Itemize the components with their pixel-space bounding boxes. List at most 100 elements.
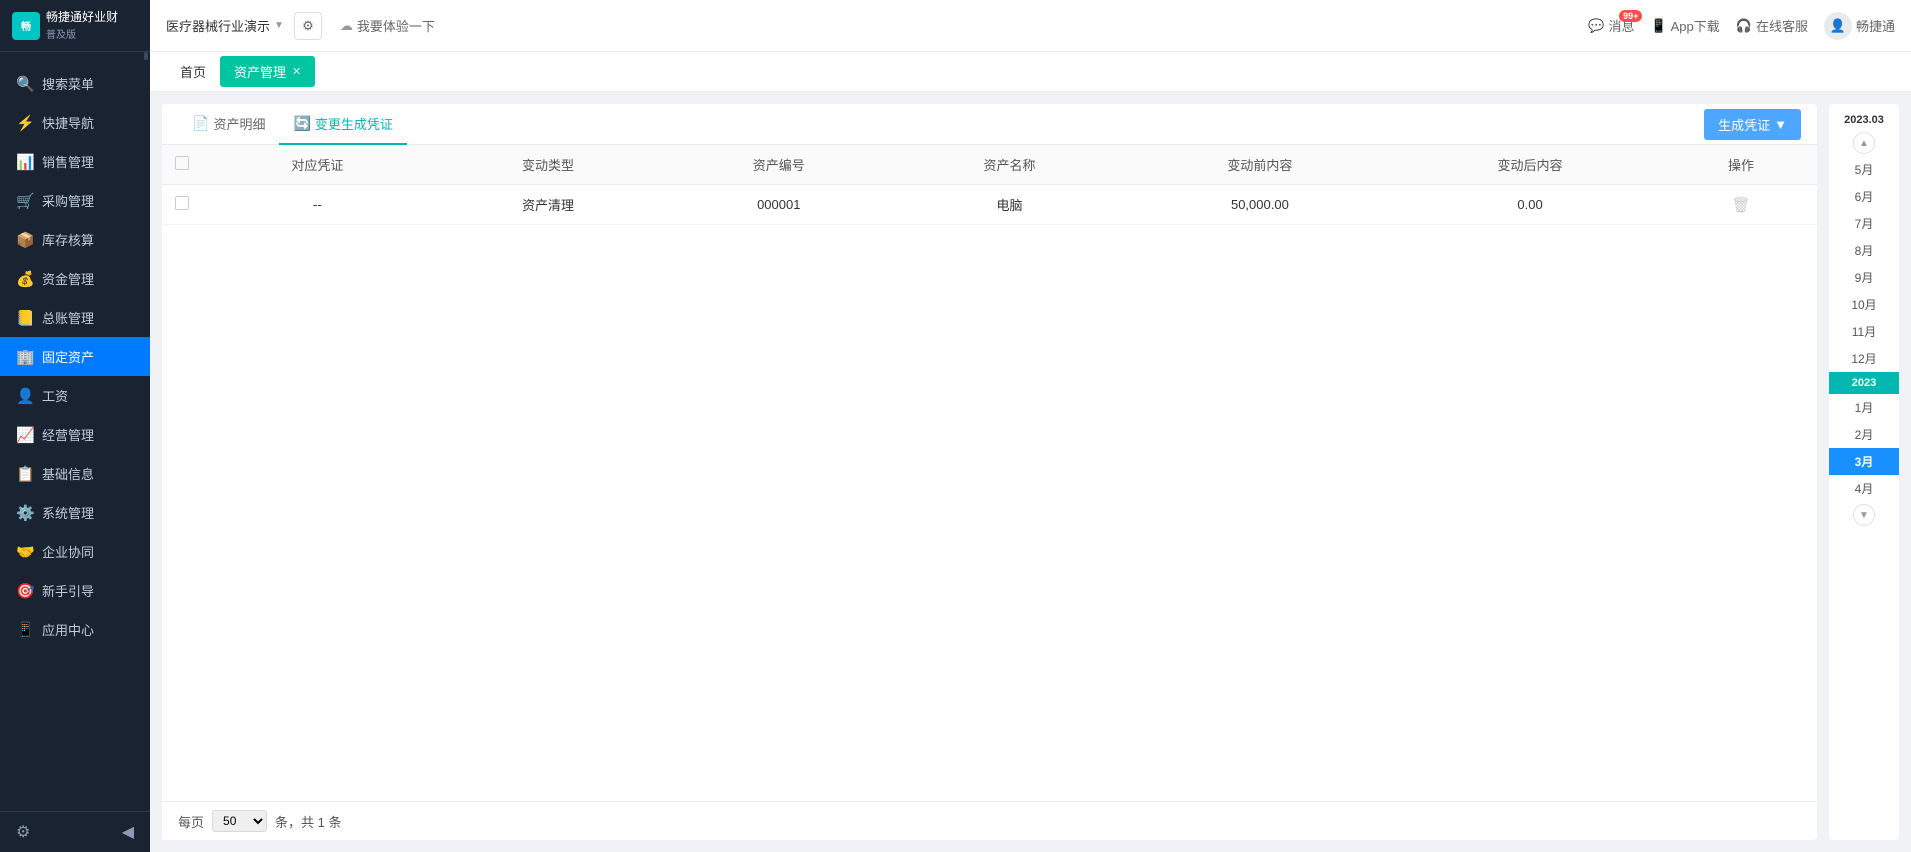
cal-month-3-current[interactable]: 3月 bbox=[1829, 448, 1899, 475]
cell-change-type: 资产清理 bbox=[433, 185, 664, 225]
sidebar-item-fixed-assets[interactable]: 🏢 固定资产 bbox=[0, 337, 150, 376]
select-all-checkbox[interactable] bbox=[175, 156, 189, 170]
sidebar-item-ledger[interactable]: 📒 总账管理 bbox=[0, 298, 150, 337]
col-change-type: 变动类型 bbox=[433, 145, 664, 185]
sidebar-item-label: 资金管理 bbox=[42, 269, 94, 288]
user-profile-btn[interactable]: 👤 畅捷通 bbox=[1824, 12, 1895, 40]
user-name: 畅捷通 bbox=[1856, 16, 1895, 35]
tab-asset-label: 资产管理 bbox=[234, 62, 286, 81]
delete-row-btn[interactable]: 🗑 bbox=[1732, 197, 1751, 214]
cal-month-6[interactable]: 6月 bbox=[1829, 183, 1899, 210]
asset-detail-icon: 📄 bbox=[192, 115, 209, 132]
cal-month-1[interactable]: 1月 bbox=[1829, 394, 1899, 421]
generate-btn-wrap: 生成凭证 ▼ bbox=[1704, 109, 1801, 140]
cal-month-11[interactable]: 11月 bbox=[1829, 318, 1899, 345]
experience-btn[interactable]: ☁ 我要体验一下 bbox=[340, 16, 435, 35]
cal-month-12[interactable]: 12月 bbox=[1829, 345, 1899, 372]
header: 医疗器械行业演示 ▼ ⚙ ☁ 我要体验一下 💬 消息 99+ 📱 App下载 🎧… bbox=[150, 0, 1911, 52]
col-voucher: 对应凭证 bbox=[202, 145, 433, 185]
change-voucher-icon: 🔄 bbox=[293, 115, 310, 132]
messages-btn[interactable]: 💬 消息 99+ bbox=[1588, 16, 1634, 35]
sidebar-item-label: 基础信息 bbox=[42, 464, 94, 483]
sidebar-item-search[interactable]: 🔍 搜索菜单 bbox=[0, 64, 150, 103]
sidebar-item-system[interactable]: ⚙️ 系统管理 bbox=[0, 493, 150, 532]
sidebar-item-quick-nav[interactable]: ⚡ 快捷导航 bbox=[0, 103, 150, 142]
search-icon: 🔍 bbox=[16, 75, 34, 93]
sub-tabs: 📄 资产明细 🔄 变更生成凭证 生成凭证 ▼ bbox=[162, 104, 1817, 145]
sidebar-item-label: 快捷导航 bbox=[42, 113, 94, 132]
collapse-icon[interactable]: ◀ bbox=[122, 822, 134, 842]
table-row: -- 资产清理 000001 电脑 50,000.00 0.00 🗑 bbox=[162, 185, 1817, 225]
company-dropdown-icon: ▼ bbox=[274, 20, 284, 31]
close-tab-icon[interactable]: ✕ bbox=[292, 65, 301, 78]
sidebar-item-label: 搜索菜单 bbox=[42, 74, 94, 93]
sidebar-item-guide[interactable]: 🎯 新手引导 bbox=[0, 571, 150, 610]
calendar-scroll-down[interactable]: ▼ bbox=[1853, 504, 1875, 526]
online-service-btn[interactable]: 🎧 在线客服 bbox=[1736, 16, 1808, 35]
sidebar-item-enterprise[interactable]: 🤝 企业协同 bbox=[0, 532, 150, 571]
company-name: 医疗器械行业演示 bbox=[166, 16, 270, 35]
avatar: 👤 bbox=[1824, 12, 1852, 40]
tab-home-label: 首页 bbox=[180, 62, 206, 81]
sidebar: 畅 畅捷通好业财 普及版 🔍 搜索菜单 ⚡ 快捷导航 📊 销售管理 🛒 采购管理… bbox=[0, 0, 150, 852]
cell-operation: 🗑 bbox=[1665, 185, 1817, 225]
cal-month-9[interactable]: 9月 bbox=[1829, 264, 1899, 291]
generate-voucher-btn[interactable]: 生成凭证 ▼ bbox=[1704, 109, 1801, 140]
sidebar-item-operations[interactable]: 📈 经营管理 bbox=[0, 415, 150, 454]
sidebar-item-funds[interactable]: 💰 资金管理 bbox=[0, 259, 150, 298]
sidebar-item-label: 应用中心 bbox=[42, 620, 94, 639]
tab-home[interactable]: 首页 bbox=[166, 56, 220, 87]
cell-asset-name: 电脑 bbox=[894, 185, 1125, 225]
col-checkbox bbox=[162, 145, 202, 185]
sidebar-nav: 🔍 搜索菜单 ⚡ 快捷导航 📊 销售管理 🛒 采购管理 📦 库存核算 💰 资金管… bbox=[0, 60, 150, 811]
company-selector[interactable]: 医疗器械行业演示 ▼ bbox=[166, 16, 284, 35]
sidebar-item-payroll[interactable]: 👤 工资 bbox=[0, 376, 150, 415]
sales-icon: 📊 bbox=[16, 153, 34, 171]
messages-badge: 99+ bbox=[1619, 10, 1642, 22]
tab-asset-management[interactable]: 资产管理 ✕ bbox=[220, 56, 315, 87]
col-asset-code: 资产编号 bbox=[663, 145, 894, 185]
row-checkbox[interactable] bbox=[175, 196, 189, 210]
generate-voucher-label: 生成凭证 bbox=[1718, 115, 1770, 134]
cal-month-10[interactable]: 10月 bbox=[1829, 291, 1899, 318]
sidebar-item-sales[interactable]: 📊 销售管理 bbox=[0, 142, 150, 181]
cell-voucher: -- bbox=[202, 185, 433, 225]
experience-label: 我要体验一下 bbox=[357, 16, 435, 35]
app-subtitle: 普及版 bbox=[46, 26, 118, 41]
sidebar-item-app-center[interactable]: 📱 应用中心 bbox=[0, 610, 150, 649]
enterprise-icon: 🤝 bbox=[16, 543, 34, 561]
online-service-label: 在线客服 bbox=[1756, 16, 1808, 35]
service-icon: 🎧 bbox=[1736, 18, 1752, 34]
message-icon: 💬 bbox=[1588, 18, 1604, 34]
cal-month-5[interactable]: 5月 bbox=[1829, 156, 1899, 183]
pagination: 每页 50 10 20 100 条，共 1 条 bbox=[162, 801, 1817, 840]
main-area: 医疗器械行业演示 ▼ ⚙ ☁ 我要体验一下 💬 消息 99+ 📱 App下载 🎧… bbox=[150, 0, 1911, 852]
app-download-label: App下载 bbox=[1671, 16, 1720, 35]
sub-tab-change-voucher[interactable]: 🔄 变更生成凭证 bbox=[279, 104, 406, 145]
calendar-scroll-up[interactable]: ▲ bbox=[1853, 132, 1875, 154]
cal-year-badge: 2023 bbox=[1829, 372, 1899, 394]
sidebar-item-label: 企业协同 bbox=[42, 542, 94, 561]
sidebar-item-purchase[interactable]: 🛒 采购管理 bbox=[0, 181, 150, 220]
cell-after-change: 0.00 bbox=[1395, 185, 1665, 225]
col-after-change: 变动后内容 bbox=[1395, 145, 1665, 185]
cal-month-4[interactable]: 4月 bbox=[1829, 475, 1899, 502]
per-page-select[interactable]: 50 10 20 100 bbox=[212, 810, 267, 832]
sidebar-item-label: 库存核算 bbox=[42, 230, 94, 249]
cal-month-8[interactable]: 8月 bbox=[1829, 237, 1899, 264]
sidebar-item-basic-info[interactable]: 📋 基础信息 bbox=[0, 454, 150, 493]
app-download-btn[interactable]: 📱 App下载 bbox=[1650, 16, 1719, 35]
cal-month-2[interactable]: 2月 bbox=[1829, 421, 1899, 448]
sub-tab-asset-detail-label: 资产明细 bbox=[213, 114, 265, 133]
cal-month-7[interactable]: 7月 bbox=[1829, 210, 1899, 237]
guide-icon: 🎯 bbox=[16, 582, 34, 600]
col-operation: 操作 bbox=[1665, 145, 1817, 185]
header-right: 💬 消息 99+ 📱 App下载 🎧 在线客服 👤 畅捷通 bbox=[1588, 12, 1895, 40]
sidebar-item-label: 固定资产 bbox=[42, 347, 94, 366]
sidebar-item-label: 系统管理 bbox=[42, 503, 94, 522]
sub-tab-asset-detail[interactable]: 📄 资产明细 bbox=[178, 104, 279, 145]
app-logo-icon: 畅 bbox=[12, 12, 40, 40]
sidebar-item-inventory[interactable]: 📦 库存核算 bbox=[0, 220, 150, 259]
header-settings-btn[interactable]: ⚙ bbox=[294, 12, 322, 40]
settings-footer-icon[interactable]: ⚙ bbox=[16, 822, 30, 842]
